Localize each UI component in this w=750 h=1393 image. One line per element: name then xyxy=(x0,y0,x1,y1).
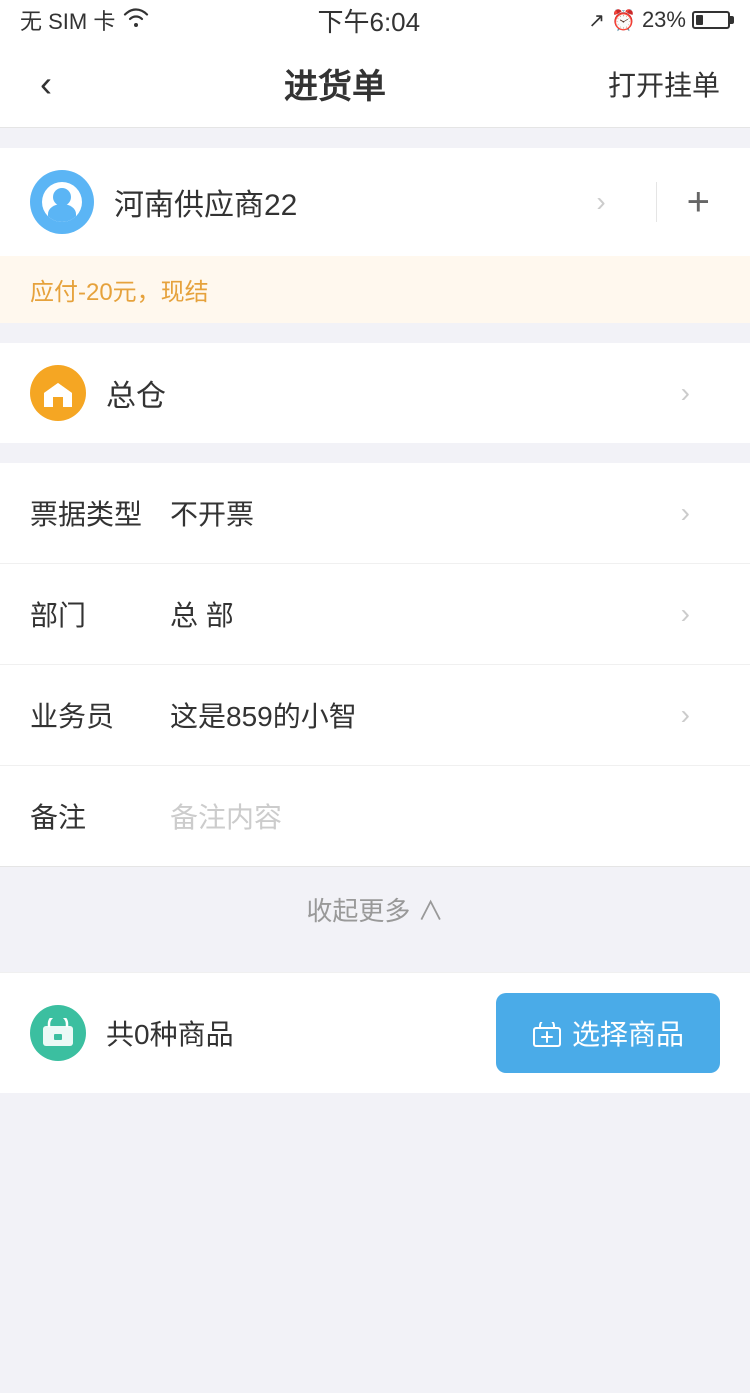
alarm-icon: ⏰ xyxy=(611,8,636,33)
wifi-icon xyxy=(123,7,149,33)
salesperson-label: 业务员 xyxy=(30,695,170,735)
warehouse-chevron-icon: › xyxy=(681,377,690,409)
battery-icon xyxy=(692,11,730,29)
back-button[interactable]: ‹ xyxy=(30,53,62,115)
remark-input[interactable]: 备注内容 xyxy=(170,796,720,836)
battery-percent: 23% xyxy=(642,7,686,33)
warehouse-section[interactable]: 总仓 › xyxy=(0,343,750,443)
gap-1 xyxy=(0,128,750,148)
invoice-type-row[interactable]: 票据类型 不开票 › xyxy=(0,463,750,564)
invoice-type-chevron-icon: › xyxy=(681,497,690,529)
product-count: 共0种商品 xyxy=(106,1013,496,1053)
background-filler xyxy=(0,1093,750,1393)
form-section: 票据类型 不开票 › 部门 总 部 › 业务员 这是859的小智 › 备注 备注… xyxy=(0,463,750,866)
supplier-chevron-icon: › xyxy=(596,186,605,218)
department-row[interactable]: 部门 总 部 › xyxy=(0,564,750,665)
warehouse-row[interactable]: 总仓 › xyxy=(0,343,750,443)
add-supplier-button[interactable]: + xyxy=(677,180,720,225)
warehouse-name: 总仓 xyxy=(106,371,681,415)
bottom-bar: 共0种商品 选择商品 xyxy=(0,972,750,1093)
supplier-avatar xyxy=(30,170,94,234)
gap-2 xyxy=(0,323,750,343)
supplier-divider xyxy=(656,182,657,222)
invoice-type-value: 不开票 xyxy=(170,493,681,533)
status-bar: 无 SIM 卡 下午6:04 ↗ ⏰ 23% xyxy=(0,0,750,40)
collapse-row[interactable]: 收起更多 ∧ xyxy=(0,866,750,952)
status-time: 下午6:04 xyxy=(318,2,421,39)
salesperson-value: 这是859的小智 xyxy=(170,695,681,735)
remark-row[interactable]: 备注 备注内容 xyxy=(0,766,750,866)
department-value: 总 部 xyxy=(170,594,681,634)
select-product-button[interactable]: 选择商品 xyxy=(496,993,720,1073)
open-pending-button[interactable]: 打开挂单 xyxy=(608,64,720,104)
salesperson-row[interactable]: 业务员 这是859的小智 › xyxy=(0,665,750,766)
notice-bar: 应付-20元，现结 xyxy=(0,256,750,323)
status-left: 无 SIM 卡 xyxy=(20,4,149,36)
supplier-row[interactable]: 河南供应商22 › + xyxy=(0,148,750,256)
department-chevron-icon: › xyxy=(681,598,690,630)
product-icon xyxy=(30,1005,86,1061)
nav-bar: ‹ 进货单 打开挂单 xyxy=(0,40,750,128)
carrier-text: 无 SIM 卡 xyxy=(20,4,115,36)
invoice-type-label: 票据类型 xyxy=(30,493,170,533)
remark-label: 备注 xyxy=(30,796,170,836)
page-title: 进货单 xyxy=(284,59,386,108)
gap-4 xyxy=(0,952,750,972)
gap-3 xyxy=(0,443,750,463)
status-right: ↗ ⏰ 23% xyxy=(588,7,730,33)
cart-icon xyxy=(532,1017,562,1049)
supplier-name: 河南供应商22 xyxy=(114,180,596,224)
notice-text: 应付-20元，现结 xyxy=(30,279,209,306)
supplier-section: 河南供应商22 › + 应付-20元，现结 xyxy=(0,148,750,323)
collapse-label[interactable]: 收起更多 ∧ xyxy=(306,891,443,928)
department-label: 部门 xyxy=(30,594,170,634)
location-icon: ↗ xyxy=(588,8,605,33)
warehouse-icon xyxy=(30,365,86,421)
select-product-label: 选择商品 xyxy=(572,1013,684,1053)
salesperson-chevron-icon: › xyxy=(681,699,690,731)
